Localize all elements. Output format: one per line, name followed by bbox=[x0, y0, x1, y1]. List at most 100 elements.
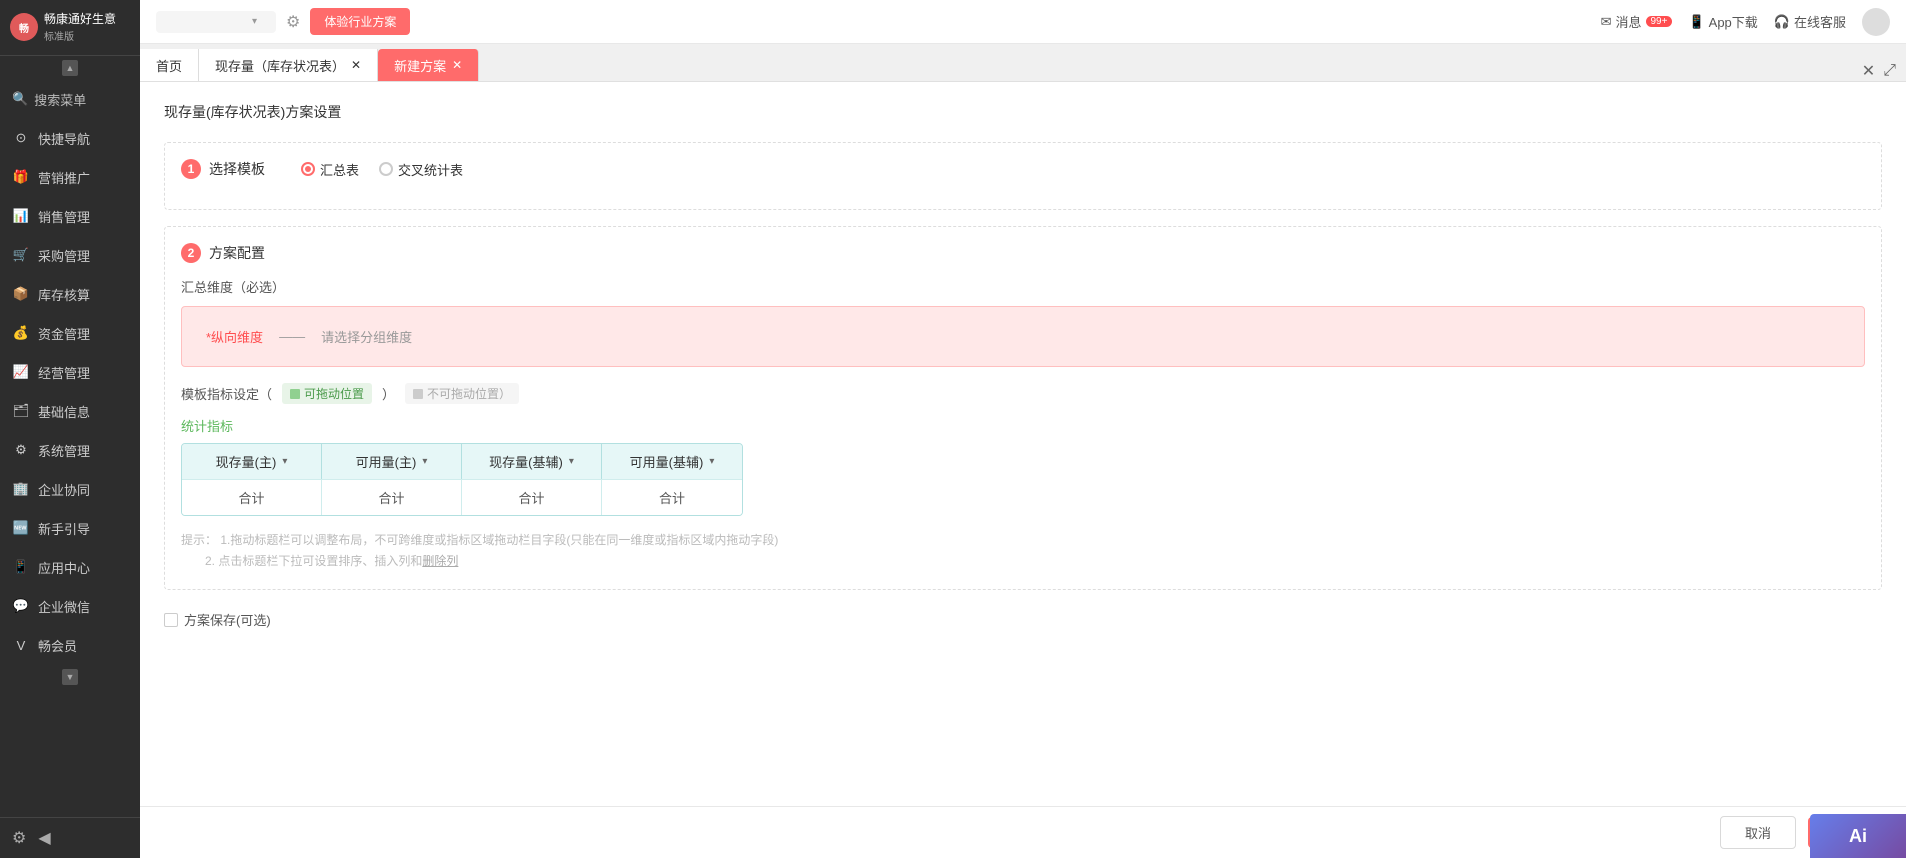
dimension-row-label: *纵向维度 bbox=[206, 327, 263, 346]
col-header-3[interactable]: 可用量(基辅) ▾ bbox=[602, 444, 742, 479]
sidebar-item-system[interactable]: ⚙ 系统管理 bbox=[0, 431, 140, 470]
sidebar-item-finance[interactable]: 💰 资金管理 bbox=[0, 314, 140, 353]
sidebar-item-inventory[interactable]: 📦 库存核算 bbox=[0, 275, 140, 314]
sidebar-item-label: 库存核算 bbox=[38, 285, 90, 304]
member-icon: V bbox=[12, 636, 30, 654]
col-header-0-label: 现存量(主) bbox=[216, 452, 277, 471]
sidebar-item-enterprise[interactable]: 🏢 企业协同 bbox=[0, 470, 140, 509]
radio-summary[interactable]: 汇总表 bbox=[301, 160, 359, 179]
tab-inventory[interactable]: 现存量（库存状况表） ✕ bbox=[199, 49, 378, 81]
topbar-search-input[interactable] bbox=[166, 15, 246, 29]
avatar[interactable] bbox=[1862, 8, 1890, 36]
tab-new-plan[interactable]: 新建方案 ✕ bbox=[378, 49, 479, 81]
online-service-item[interactable]: 🎧 在线客服 bbox=[1774, 12, 1846, 31]
page-title: 现存量(库存状况表)方案设置 bbox=[164, 102, 1882, 122]
radio-cross-circle bbox=[379, 162, 393, 176]
col-header-1[interactable]: 可用量(主) ▾ bbox=[322, 444, 462, 479]
sidebar-item-label: 快捷导航 bbox=[38, 129, 90, 148]
sidebar-item-quick-nav[interactable]: ⊙ 快捷导航 bbox=[0, 119, 140, 158]
save-checkbox[interactable] bbox=[164, 613, 178, 627]
footer-bar: 取消 查询 bbox=[140, 806, 1906, 858]
sidebar-item-label: 基础信息 bbox=[38, 402, 90, 421]
sidebar-item-app-center[interactable]: 📱 应用中心 bbox=[0, 548, 140, 587]
sidebar-item-marketing[interactable]: 🎁 营销推广 bbox=[0, 158, 140, 197]
col-header-0[interactable]: 现存量(主) ▾ bbox=[182, 444, 322, 479]
section1-number: 1 bbox=[181, 159, 201, 179]
ops-icon: 📈 bbox=[12, 363, 30, 381]
topbar-right: ✉ 消息 99+ 📱 App下载 🎧 在线客服 bbox=[1601, 8, 1890, 36]
gift-icon: 🎁 bbox=[12, 168, 30, 186]
save-option: 方案保存(可选) bbox=[164, 610, 1882, 629]
sidebar-item-guide[interactable]: 🆕 新手引导 bbox=[0, 509, 140, 548]
cancel-button[interactable]: 取消 bbox=[1720, 816, 1796, 849]
logo-icon: 畅 bbox=[10, 13, 38, 41]
stats-table: 现存量(主) ▾ 可用量(主) ▾ 现存量(基辅) ▾ 可用量(基辅) ▾ bbox=[181, 443, 743, 516]
sidebar-item-label: 企业微信 bbox=[38, 597, 90, 616]
topbar-search-area[interactable]: ▾ bbox=[156, 11, 276, 33]
sidebar-item-operations[interactable]: 📈 经营管理 bbox=[0, 353, 140, 392]
col-3-chevron-icon: ▾ bbox=[709, 456, 714, 467]
message-item[interactable]: ✉ 消息 99+ bbox=[1601, 12, 1673, 31]
topbar-gear-icon[interactable]: ⚙ bbox=[286, 12, 300, 32]
radio-cross[interactable]: 交叉统计表 bbox=[379, 160, 463, 179]
collapse-icon[interactable]: ◀ bbox=[38, 828, 50, 848]
inventory-icon: 📦 bbox=[12, 285, 30, 303]
guide-icon: 🆕 bbox=[12, 519, 30, 537]
tab-new-plan-label: 新建方案 bbox=[394, 56, 446, 75]
app-version: 标准版 bbox=[44, 28, 116, 43]
sidebar-bottom: ⚙ ◀ bbox=[0, 817, 140, 858]
sidebar-item-sales[interactable]: 📊 销售管理 bbox=[0, 197, 140, 236]
sidebar-scroll-up[interactable]: ▲ bbox=[62, 60, 78, 76]
draggable-label: 可拖动位置 bbox=[304, 385, 364, 402]
sidebar-item-wechat[interactable]: 💬 企业微信 bbox=[0, 587, 140, 626]
sidebar-item-search[interactable]: 🔍 搜索菜单 bbox=[0, 80, 140, 119]
col-header-3-label: 可用量(基辅) bbox=[630, 452, 704, 471]
wechat-icon: 💬 bbox=[12, 597, 30, 615]
sidebar-logo: 畅 畅康通好生意 标准版 bbox=[0, 0, 140, 56]
tab-new-plan-close[interactable]: ✕ bbox=[452, 58, 462, 72]
indicator-draggable-tag: 可拖动位置 bbox=[282, 383, 372, 404]
stats-table-header: 现存量(主) ▾ 可用量(主) ▾ 现存量(基辅) ▾ 可用量(基辅) ▾ bbox=[182, 444, 742, 479]
tab-inventory-close[interactable]: ✕ bbox=[351, 58, 361, 72]
sidebar: 畅 畅康通好生意 标准版 ▲ 🔍 搜索菜单 ⊙ 快捷导航 🎁 营销推广 📊 销售… bbox=[0, 0, 140, 858]
expand-icon[interactable]: ⤢ bbox=[1883, 62, 1896, 80]
indicator-non-draggable-tag: 不可拖动位置） bbox=[405, 383, 519, 404]
sidebar-item-label: 经营管理 bbox=[38, 363, 90, 382]
sidebar-item-label: 营销推广 bbox=[38, 168, 90, 187]
sales-icon: 📊 bbox=[12, 207, 30, 225]
section-plan-config: 2 方案配置 汇总维度（必选） *纵向维度 —— 请选择分组维度 模板指标设定（… bbox=[164, 226, 1882, 590]
tab-home[interactable]: 首页 bbox=[140, 49, 199, 81]
section2-title: 方案配置 bbox=[209, 243, 265, 263]
indicator-settings-label: 模板指标设定（ bbox=[181, 384, 272, 403]
settings-icon[interactable]: ⚙ bbox=[12, 828, 26, 848]
sidebar-item-label: 采购管理 bbox=[38, 246, 90, 265]
col-header-2-label: 现存量(基辅) bbox=[489, 452, 563, 471]
sidebar-item-label: 销售管理 bbox=[38, 207, 90, 226]
app-download-item[interactable]: 📱 App下载 bbox=[1688, 12, 1757, 31]
online-service-label: 在线客服 bbox=[1794, 12, 1846, 31]
tip-2: 2. 点击标题栏下拉可设置排序、插入列和删除列 bbox=[181, 552, 1865, 569]
chevron-down-icon: ▾ bbox=[252, 16, 257, 27]
tab-home-label: 首页 bbox=[156, 56, 182, 75]
sidebar-item-basic-info[interactable]: 🗂 基础信息 bbox=[0, 392, 140, 431]
indicator-settings: 模板指标设定（ 可拖动位置 ） 不可拖动位置） bbox=[181, 383, 1865, 404]
dimension-area[interactable]: *纵向维度 —— 请选择分组维度 bbox=[181, 306, 1865, 367]
close-panel-icon[interactable]: ✕ bbox=[1862, 61, 1875, 81]
col-cell-3: 合计 bbox=[602, 480, 742, 515]
trial-button[interactable]: 体验行业方案 bbox=[310, 8, 410, 35]
non-draggable-indicator bbox=[413, 389, 423, 399]
message-badge: 99+ bbox=[1646, 16, 1673, 27]
section1-header: 1 选择模板 汇总表 交叉统计表 bbox=[181, 159, 1865, 179]
sidebar-item-purchase[interactable]: 🛒 采购管理 bbox=[0, 236, 140, 275]
sidebar-item-label: 资金管理 bbox=[38, 324, 90, 343]
sidebar-item-label: 企业协同 bbox=[38, 480, 90, 499]
sidebar-item-member[interactable]: V 畅会员 bbox=[0, 626, 140, 665]
col-header-2[interactable]: 现存量(基辅) ▾ bbox=[462, 444, 602, 479]
app-download-label: App下载 bbox=[1709, 12, 1758, 31]
section2-number: 2 bbox=[181, 243, 201, 263]
delete-col-link[interactable]: 删除列 bbox=[422, 554, 458, 568]
enterprise-icon: 🏢 bbox=[12, 480, 30, 498]
ai-badge[interactable]: Ai bbox=[1810, 814, 1906, 858]
sidebar-scroll-down[interactable]: ▼ bbox=[62, 669, 78, 685]
radio-summary-circle bbox=[301, 162, 315, 176]
